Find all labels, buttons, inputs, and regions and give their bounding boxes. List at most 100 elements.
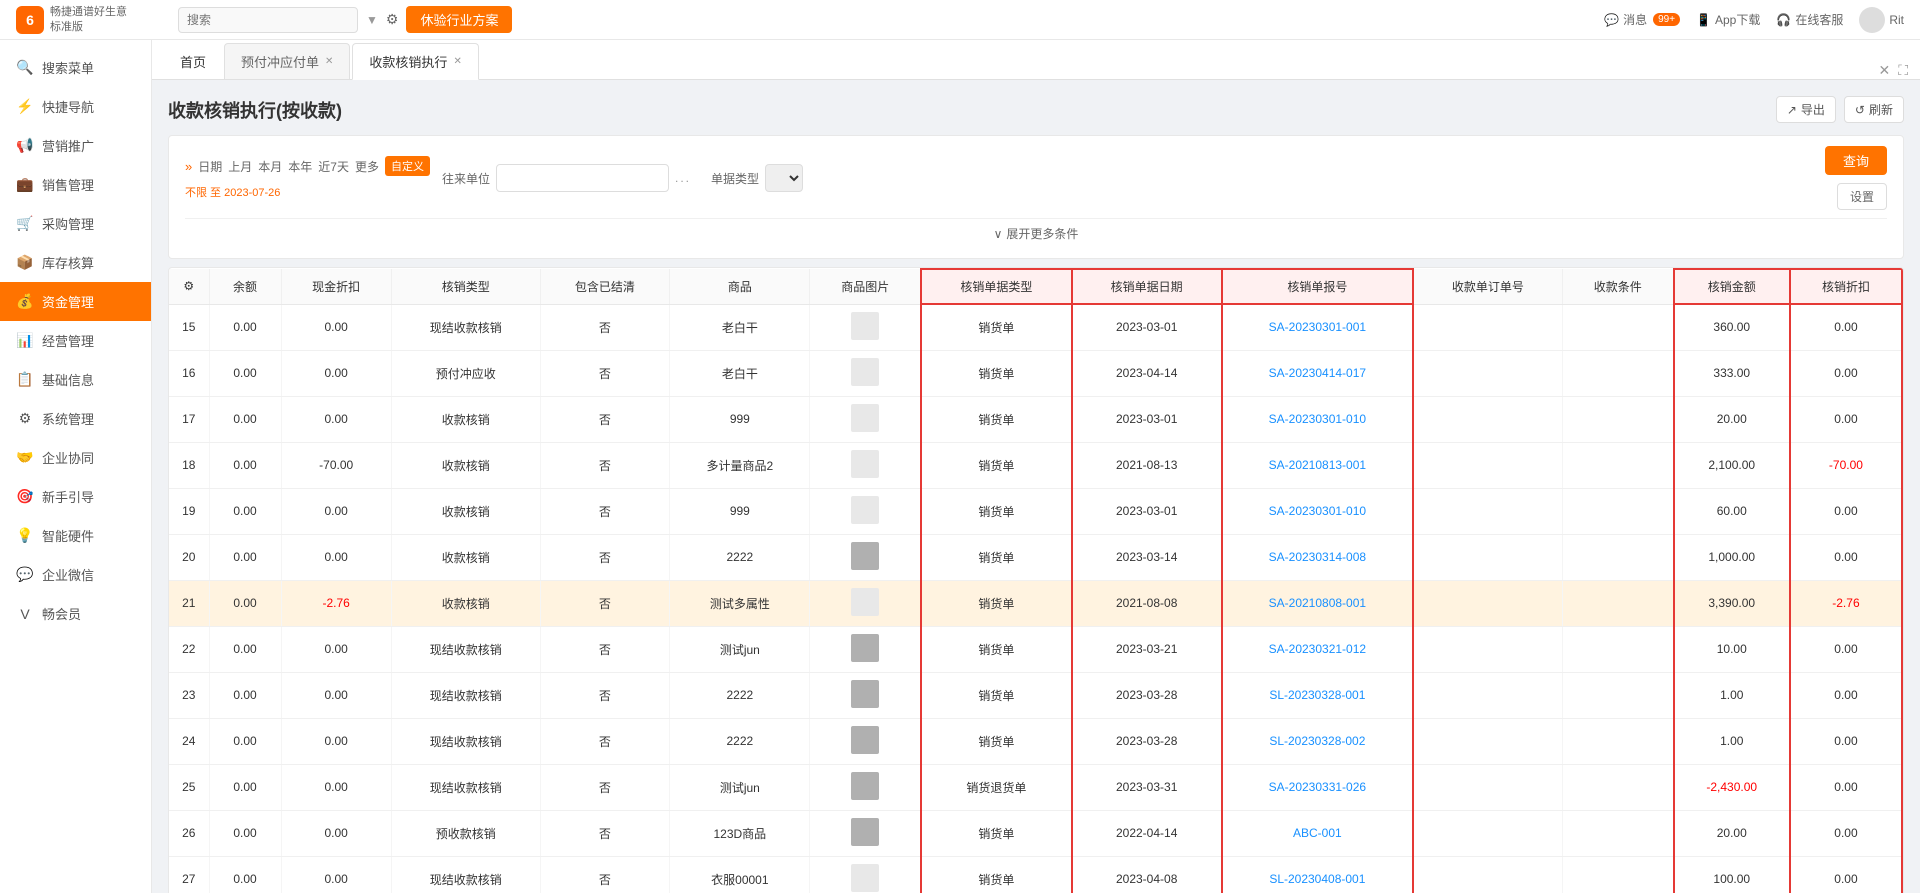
cell-product-img	[810, 396, 921, 442]
tab-prepay-close[interactable]: ✕	[325, 56, 333, 67]
col-settings[interactable]: ⚙	[169, 269, 209, 304]
sidebar-item-vip[interactable]: V 畅会员	[0, 594, 151, 633]
search-menu-icon: 🔍	[16, 59, 34, 76]
cell-receipt-condition	[1562, 304, 1673, 350]
sidebar-item-sales-mgmt[interactable]: 💼 销售管理	[0, 165, 151, 204]
date-opt-this-month[interactable]: 本月	[258, 158, 282, 175]
user-avatar[interactable]: Rit	[1859, 7, 1904, 33]
sidebar-item-marketing[interactable]: 📢 营销推广	[0, 126, 151, 165]
sidebar-item-inventory[interactable]: 📦 库存核算	[0, 243, 151, 282]
close-all-icon[interactable]: ✕	[1878, 62, 1890, 79]
app-download-btn[interactable]: 📱 App下载	[1696, 11, 1760, 28]
avatar-img	[1859, 7, 1885, 33]
sidebar-item-base-info[interactable]: 📋 基础信息	[0, 360, 151, 399]
gear-icon[interactable]: ⚙	[386, 11, 399, 28]
bill-type-select[interactable]	[765, 164, 803, 192]
bill-report-no-link[interactable]: SA-20210808-001	[1269, 596, 1366, 610]
cell-balance: 0.00	[209, 350, 281, 396]
tab-home[interactable]: 首页	[164, 44, 222, 79]
bill-report-no-link[interactable]: SA-20230301-001	[1269, 320, 1366, 334]
sidebar-item-smart-hw[interactable]: 💡 智能硬件	[0, 516, 151, 555]
online-service-btn[interactable]: 🎧 在线客服	[1776, 11, 1843, 28]
date-opt-last-month[interactable]: 上月	[228, 158, 252, 175]
bill-report-no-link[interactable]: SA-20210813-001	[1269, 458, 1366, 472]
bill-report-no-link[interactable]: SL-20230408-001	[1269, 872, 1365, 886]
date-opt-this-year[interactable]: 本年	[288, 158, 312, 175]
cell-include-settled: 否	[540, 488, 670, 534]
cell-product: 999	[670, 488, 810, 534]
cell-bill-report-type: 销货单	[921, 626, 1071, 672]
cell-bill-report-date: 2023-03-31	[1072, 764, 1222, 810]
cell-bill-report-no: SA-20210808-001	[1222, 580, 1413, 626]
bill-report-no-link[interactable]: SA-20230414-017	[1269, 366, 1366, 380]
cell-receipt-condition	[1562, 580, 1673, 626]
sidebar-item-label: 智能硬件	[42, 526, 94, 545]
cell-product-img	[810, 580, 921, 626]
sidebar-item-quick-nav[interactable]: ⚡ 快捷导航	[0, 87, 151, 126]
messages-btn[interactable]: 💬 消息 99+	[1604, 11, 1680, 28]
cell-writeoff-amount: 60.00	[1674, 488, 1790, 534]
refresh-btn[interactable]: ↺ 刷新	[1844, 96, 1904, 123]
cell-cash-discount: 0.00	[281, 626, 391, 672]
table-row: 15 0.00 0.00 现结收款核销 否 老白干 销货单 2023-03-01…	[169, 304, 1902, 350]
filter-bar: » 日期 上月 本月 本年 近7天 更多 自定义 不限 至 2023-07-26	[168, 135, 1904, 259]
tab-writeoff[interactable]: 收款核销执行 ✕	[352, 43, 478, 80]
export-btn[interactable]: ↗ 导出	[1776, 96, 1836, 123]
sidebar-item-corp-collab[interactable]: 🤝 企业协同	[0, 438, 151, 477]
cell-receipt-condition	[1562, 856, 1673, 893]
sidebar-item-search-menu[interactable]: 🔍 搜索菜单	[0, 48, 151, 87]
bill-report-no-link[interactable]: SL-20230328-002	[1269, 734, 1365, 748]
cell-bill-report-date: 2023-03-01	[1072, 488, 1222, 534]
cell-no: 15	[169, 304, 209, 350]
bill-report-no-link[interactable]: SA-20230321-012	[1269, 642, 1366, 656]
cell-balance: 0.00	[209, 672, 281, 718]
cell-product: 测试多属性	[670, 580, 810, 626]
bill-report-no-link[interactable]: SA-20230314-008	[1269, 550, 1366, 564]
cell-writeoff-amount: 1,000.00	[1674, 534, 1790, 580]
date-opt-7days[interactable]: 近7天	[318, 158, 349, 175]
sidebar-item-purchase-mgmt[interactable]: 🛒 采购管理	[0, 204, 151, 243]
tab-writeoff-close[interactable]: ✕	[453, 56, 461, 67]
table-row: 25 0.00 0.00 现结收款核销 否 测试jun 销货退货单 2023-0…	[169, 764, 1902, 810]
home-tab-label: 首页	[180, 52, 206, 71]
cell-writeoff-type: 现结收款核销	[391, 672, 540, 718]
sidebar-item-newbie[interactable]: 🎯 新手引导	[0, 477, 151, 516]
bill-report-no-link[interactable]: SL-20230328-001	[1269, 688, 1365, 702]
cell-cash-discount: 0.00	[281, 396, 391, 442]
source-input[interactable]	[496, 164, 669, 192]
cell-cash-discount: 0.00	[281, 856, 391, 893]
query-btn[interactable]: 查询	[1825, 146, 1887, 175]
date-opt-custom[interactable]: 自定义	[385, 156, 430, 176]
cell-include-settled: 否	[540, 350, 670, 396]
cell-writeoff-type: 收款核销	[391, 580, 540, 626]
bill-report-no-link[interactable]: SA-20230331-026	[1269, 780, 1366, 794]
tab-prepay[interactable]: 预付冲应付单 ✕	[224, 43, 350, 79]
sidebar-item-fund-mgmt[interactable]: 💰 资金管理	[0, 282, 151, 321]
col-writeoff-amount: 核销金额	[1674, 269, 1790, 304]
cell-no: 21	[169, 580, 209, 626]
filter-right: 查询 设置	[1825, 146, 1887, 210]
cell-bill-report-no: SA-20230301-010	[1222, 488, 1413, 534]
cell-receipt-condition	[1562, 626, 1673, 672]
quick-nav-icon: ⚡	[16, 98, 34, 115]
sidebar-item-label: 系统管理	[42, 409, 94, 428]
bill-report-no-link[interactable]: ABC-001	[1293, 826, 1342, 840]
bill-report-no-link[interactable]: SA-20230301-010	[1269, 504, 1366, 518]
set-btn[interactable]: 设置	[1837, 183, 1887, 210]
date-opt-more[interactable]: 更多	[355, 158, 379, 175]
industry-btn[interactable]: 休验行业方案	[406, 6, 512, 33]
collapse-arrow[interactable]: »	[185, 159, 192, 174]
logo-text: 畅捷通谱好生意 标准版	[50, 5, 127, 34]
bill-report-no-link[interactable]: SA-20230301-010	[1269, 412, 1366, 426]
expand-icon[interactable]: ⛶	[1898, 62, 1908, 79]
product-img	[851, 864, 879, 892]
cell-writeoff-type: 现结收款核销	[391, 764, 540, 810]
expand-more-btn[interactable]: ∨ 展开更多条件	[185, 218, 1887, 248]
cell-cash-discount: 0.00	[281, 718, 391, 764]
sidebar-item-corp-wechat[interactable]: 💬 企业微信	[0, 555, 151, 594]
cell-writeoff-discount: 0.00	[1790, 534, 1902, 580]
cell-no: 18	[169, 442, 209, 488]
sidebar-item-system-mgmt[interactable]: ⚙ 系统管理	[0, 399, 151, 438]
sidebar-item-ops-mgmt[interactable]: 📊 经营管理	[0, 321, 151, 360]
search-input[interactable]	[178, 7, 358, 33]
